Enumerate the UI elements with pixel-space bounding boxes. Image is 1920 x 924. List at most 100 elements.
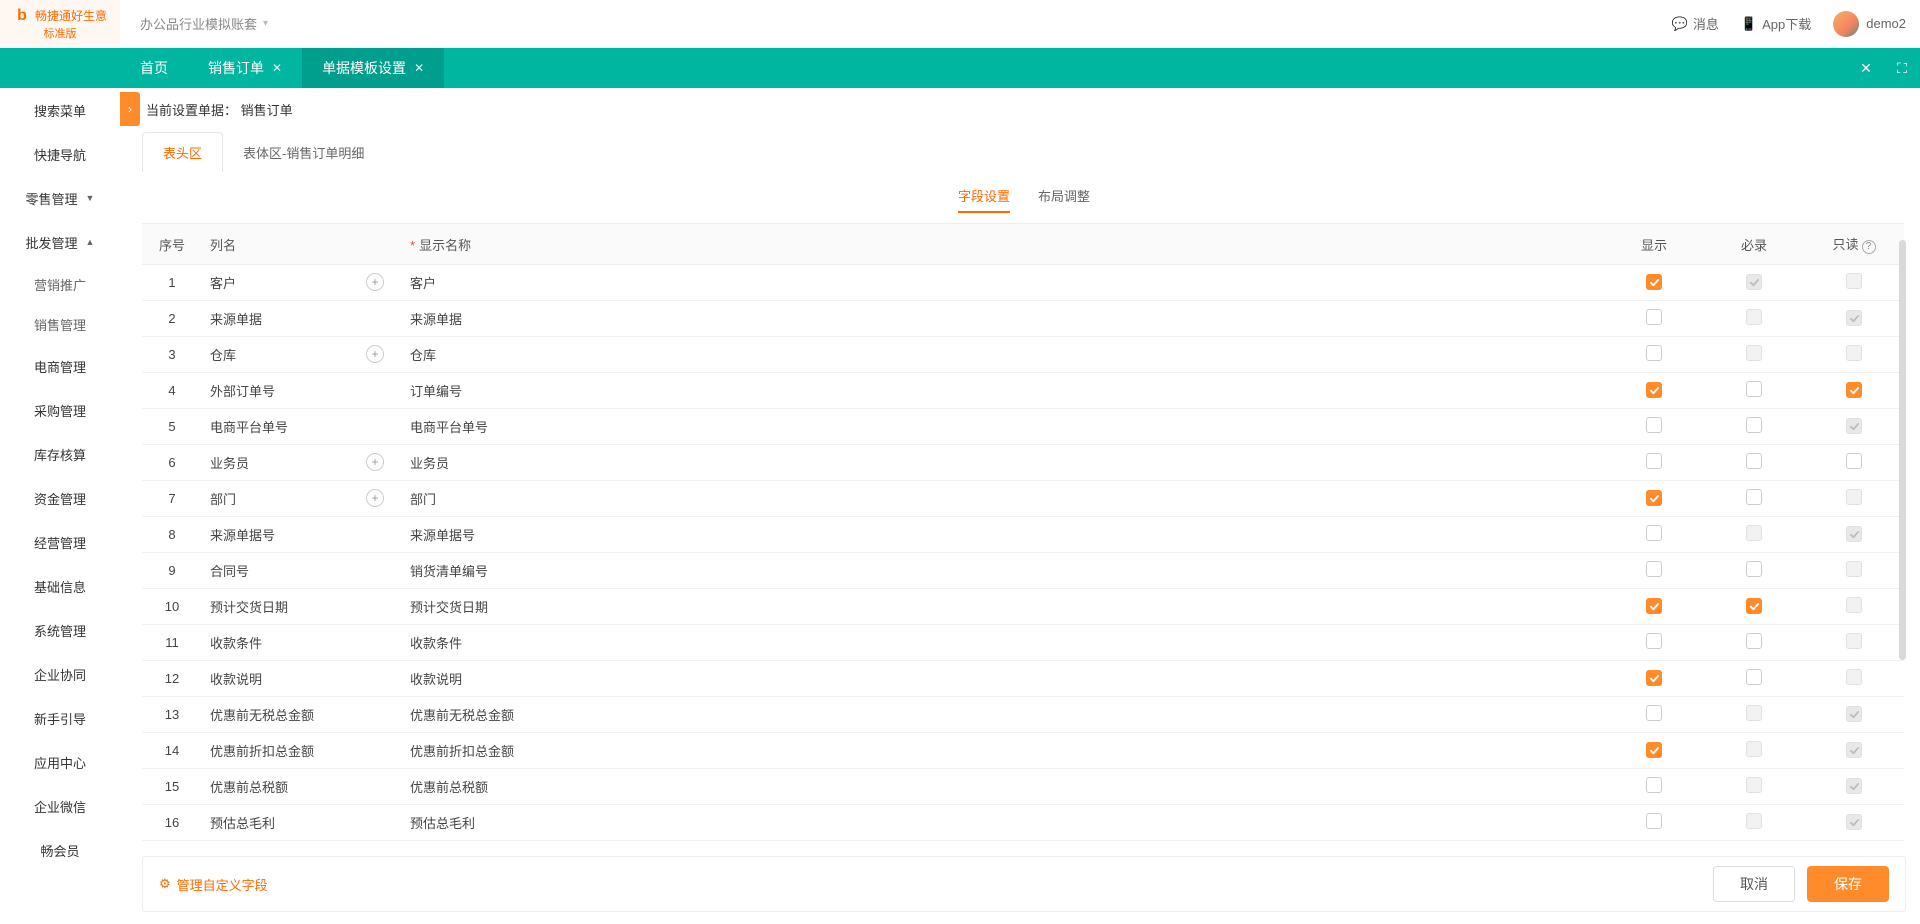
checkbox[interactable]	[1646, 813, 1662, 829]
user-menu[interactable]: demo2	[1833, 11, 1906, 37]
sidebar-item-库存核算[interactable]: 库存核算	[0, 432, 120, 476]
avatar	[1833, 11, 1859, 37]
help-icon[interactable]: ?	[1862, 240, 1876, 254]
app-download-button[interactable]: 📱 App下载	[1741, 14, 1811, 33]
context-collapse-button[interactable]: ›	[120, 92, 140, 126]
fullscreen-button[interactable]: ⛶	[1884, 48, 1920, 88]
cell-display[interactable]: 预估总毛利	[402, 805, 1604, 841]
cell-show	[1604, 301, 1704, 337]
scrollbar[interactable]	[1899, 240, 1906, 860]
cell-display[interactable]: 优惠前总税额	[402, 769, 1604, 805]
checkbox	[1846, 418, 1862, 434]
checkbox[interactable]	[1746, 669, 1762, 685]
save-button[interactable]: 保存	[1807, 866, 1889, 902]
checkbox	[1746, 741, 1762, 757]
add-icon[interactable]: +	[366, 273, 384, 291]
sidebar-item-企业微信[interactable]: 企业微信	[0, 784, 120, 828]
cell-display[interactable]: 客户	[402, 265, 1604, 301]
cell-display[interactable]: 优惠前无税总金额	[402, 697, 1604, 733]
cell-show	[1604, 265, 1704, 301]
sidebar-item-新手引导[interactable]: 新手引导	[0, 696, 120, 740]
checkbox[interactable]	[1646, 705, 1662, 721]
cell-readonly	[1804, 553, 1904, 589]
sidebar-item-企业协同[interactable]: 企业协同	[0, 652, 120, 696]
add-icon[interactable]: +	[366, 453, 384, 471]
checkbox[interactable]	[1846, 453, 1862, 469]
checkbox[interactable]	[1746, 417, 1762, 433]
cell-display[interactable]: 来源单据号	[402, 517, 1604, 553]
cell-display[interactable]: 优惠前折扣总金额	[402, 733, 1604, 769]
close-icon[interactable]: ✕	[272, 61, 282, 75]
section-tab-表体区-销售订单明细[interactable]: 表体区-销售订单明细	[222, 132, 385, 172]
sidebar-item-快捷导航[interactable]: 快捷导航	[0, 132, 120, 176]
sidebar-item-电商管理[interactable]: 电商管理	[0, 344, 120, 388]
cell-display[interactable]: 业务员	[402, 445, 1604, 481]
sidebar-item-系统管理[interactable]: 系统管理	[0, 608, 120, 652]
cell-index: 14	[142, 733, 202, 769]
cell-display[interactable]: 预估总毛利率	[402, 841, 1604, 847]
checkbox	[1846, 273, 1862, 289]
phone-icon: 📱	[1741, 16, 1757, 32]
tab-首页[interactable]: 首页	[120, 48, 188, 88]
subtab-布局调整[interactable]: 布局调整	[1038, 186, 1090, 213]
checkbox[interactable]	[1746, 561, 1762, 577]
account-selector[interactable]: 办公品行业模拟账套 ▾	[140, 14, 268, 33]
tabs-close-button[interactable]: ✕	[1848, 48, 1884, 88]
checkbox[interactable]	[1746, 633, 1762, 649]
checkbox[interactable]	[1646, 525, 1662, 541]
checkbox	[1846, 597, 1862, 613]
checkbox[interactable]	[1646, 417, 1662, 433]
manage-custom-fields-button[interactable]: ⚙ 管理自定义字段	[159, 875, 268, 894]
cell-name: 优惠前总税额	[202, 769, 402, 805]
checkbox[interactable]	[1746, 381, 1762, 397]
checkbox[interactable]	[1646, 777, 1662, 793]
sidebar-item-批发管理[interactable]: 批发管理▲	[0, 220, 120, 264]
checkbox[interactable]	[1646, 274, 1662, 290]
tab-销售订单[interactable]: 销售订单✕	[188, 48, 302, 88]
sidebar-item-基础信息[interactable]: 基础信息	[0, 564, 120, 608]
sidebar-item-销售管理[interactable]: 销售管理	[0, 304, 120, 344]
cell-show	[1604, 589, 1704, 625]
checkbox[interactable]	[1646, 345, 1662, 361]
close-icon[interactable]: ✕	[414, 61, 424, 75]
checkbox[interactable]	[1646, 742, 1662, 758]
cell-display[interactable]: 来源单据	[402, 301, 1604, 337]
top-bar: b 畅捷通好生意 标准版 办公品行业模拟账套 ▾ 💬 消息 📱 App下载 de…	[0, 0, 1920, 48]
checkbox[interactable]	[1646, 382, 1662, 398]
checkbox[interactable]	[1646, 309, 1662, 325]
cancel-button[interactable]: 取消	[1713, 866, 1795, 902]
checkbox[interactable]	[1646, 633, 1662, 649]
cell-display[interactable]: 销货清单编号	[402, 553, 1604, 589]
cell-display[interactable]: 订单编号	[402, 373, 1604, 409]
add-icon[interactable]: +	[366, 489, 384, 507]
sidebar-item-搜索菜单[interactable]: 搜索菜单	[0, 88, 120, 132]
checkbox[interactable]	[1646, 490, 1662, 506]
sidebar-item-经营管理[interactable]: 经营管理	[0, 520, 120, 564]
sidebar-item-采购管理[interactable]: 采购管理	[0, 388, 120, 432]
sidebar-item-畅会员[interactable]: 畅会员	[0, 828, 120, 872]
section-tab-表头区[interactable]: 表头区	[142, 132, 223, 172]
checkbox[interactable]	[1646, 598, 1662, 614]
checkbox[interactable]	[1646, 453, 1662, 469]
tab-单据模板设置[interactable]: 单据模板设置✕	[302, 48, 444, 88]
checkbox[interactable]	[1746, 598, 1762, 614]
messages-button[interactable]: 💬 消息	[1672, 14, 1719, 33]
cell-display[interactable]: 收款条件	[402, 625, 1604, 661]
add-icon[interactable]: +	[366, 345, 384, 363]
cell-display[interactable]: 电商平台单号	[402, 409, 1604, 445]
checkbox[interactable]	[1746, 453, 1762, 469]
checkbox[interactable]	[1746, 489, 1762, 505]
sidebar-item-资金管理[interactable]: 资金管理	[0, 476, 120, 520]
checkbox[interactable]	[1646, 670, 1662, 686]
cell-display[interactable]: 预计交货日期	[402, 589, 1604, 625]
subtab-字段设置[interactable]: 字段设置	[958, 186, 1010, 213]
cell-readonly	[1804, 445, 1904, 481]
sidebar-item-零售管理[interactable]: 零售管理▼	[0, 176, 120, 220]
sidebar-item-营销推广[interactable]: 营销推广	[0, 264, 120, 304]
cell-display[interactable]: 部门	[402, 481, 1604, 517]
cell-display[interactable]: 仓库	[402, 337, 1604, 373]
checkbox[interactable]	[1846, 382, 1862, 398]
sidebar-item-应用中心[interactable]: 应用中心	[0, 740, 120, 784]
checkbox[interactable]	[1646, 561, 1662, 577]
cell-display[interactable]: 收款说明	[402, 661, 1604, 697]
